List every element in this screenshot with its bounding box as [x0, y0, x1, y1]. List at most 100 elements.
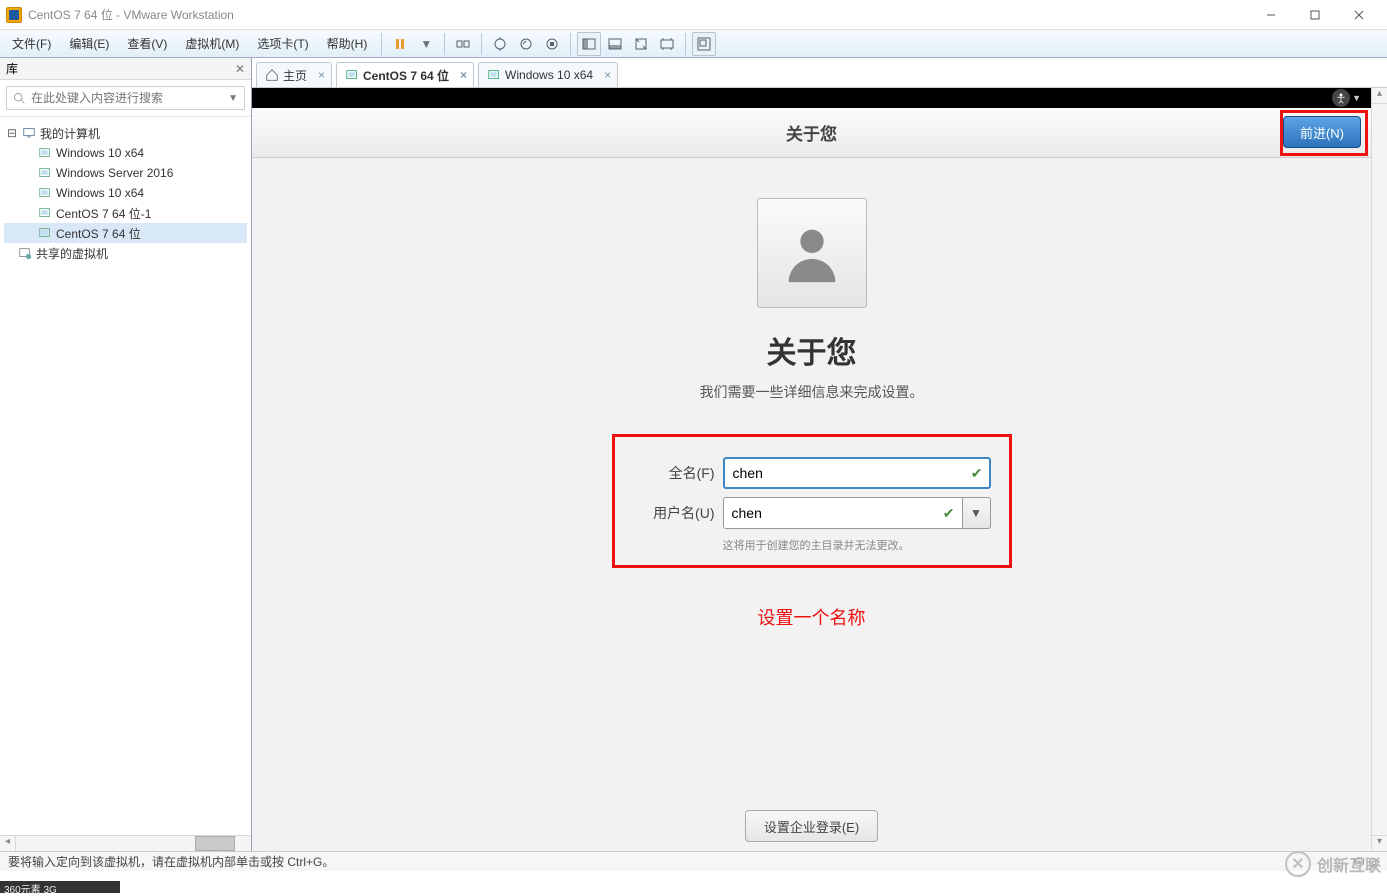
vm-icon [38, 206, 52, 220]
unity-mode-button[interactable] [692, 32, 716, 56]
window-maximize-button[interactable] [1293, 1, 1337, 29]
tab-centos[interactable]: CentOS 7 64 位× [336, 62, 474, 87]
status-bar: 要将输入定向到该虚拟机，请在虚拟机内部单击或按 Ctrl+G。 ⛁ ◎ [0, 851, 1387, 871]
tree-vm-item[interactable]: Windows 10 x64 [4, 143, 247, 163]
username-hint: 这将用于创建您的主目录并无法更改。 [723, 537, 991, 553]
menu-tabs[interactable]: 选项卡(T) [249, 31, 316, 56]
library-close-button[interactable]: ✕ [235, 62, 245, 76]
vm-icon [345, 68, 359, 82]
vm-view: ▼ 关于您 前进(N) 关于您 我们需要一些详细信息来完成设置。 全名(F) [252, 88, 1387, 851]
menu-view[interactable]: 查看(V) [119, 31, 175, 56]
search-row: ▼ [0, 80, 251, 117]
separator [481, 33, 482, 55]
enterprise-login-button[interactable]: 设置企业登录(E) [745, 810, 878, 842]
fullscreen-button[interactable] [655, 32, 679, 56]
menu-dropdown-icon[interactable]: ▼ [1352, 93, 1361, 103]
person-icon [777, 218, 847, 288]
tree-item-label: Windows Server 2016 [56, 166, 173, 180]
library-title: 库 [6, 60, 18, 77]
check-icon: ✔ [943, 505, 955, 522]
vm-icon [38, 186, 52, 200]
search-icon [13, 92, 25, 104]
poweroff-dropdown[interactable]: ▼ [414, 32, 438, 56]
suspend-button[interactable] [388, 32, 412, 56]
search-input[interactable] [31, 91, 222, 105]
tree-item-label: Windows 10 x64 [56, 186, 144, 200]
guest-display[interactable]: ▼ 关于您 前进(N) 关于您 我们需要一些详细信息来完成设置。 全名(F) [252, 88, 1371, 851]
forward-button[interactable]: 前进(N) [1283, 116, 1361, 148]
fullname-input[interactable] [723, 457, 991, 489]
separator [570, 33, 571, 55]
separator [381, 33, 382, 55]
tree-shared-label: 共享的虚拟机 [36, 245, 108, 262]
tree-vm-item[interactable]: CentOS 7 64 位-1 [4, 203, 247, 223]
search-box[interactable]: ▼ [6, 86, 245, 110]
tree-item-label: Windows 10 x64 [56, 146, 144, 160]
tab-label: 主页 [283, 67, 307, 84]
tab-close-button[interactable]: × [318, 68, 325, 82]
tree-item-label: CentOS 7 64 位-1 [56, 205, 151, 222]
check-icon: ✔ [971, 465, 983, 482]
watermark-text: 创新互联 [1317, 852, 1381, 876]
shared-icon [18, 246, 32, 260]
menu-file[interactable]: 文件(F) [4, 31, 59, 56]
setup-subtitle: 我们需要一些详细信息来完成设置。 [700, 382, 924, 402]
menu-vm[interactable]: 虚拟机(M) [177, 31, 247, 56]
setup-header: 关于您 前进(N) [252, 108, 1371, 158]
tree-vm-item[interactable]: Windows Server 2016 [4, 163, 247, 183]
show-console-button[interactable] [577, 32, 601, 56]
snapshot-manager-button[interactable] [540, 32, 564, 56]
tree-vm-item-selected[interactable]: CentOS 7 64 位 [4, 223, 247, 243]
collapse-icon[interactable]: ⊟ [6, 126, 18, 140]
tab-close-button[interactable]: × [460, 68, 467, 82]
status-text: 要将输入定向到该虚拟机，请在虚拟机内部单击或按 Ctrl+G。 [8, 853, 334, 870]
window-titlebar: CentOS 7 64 位 - VMware Workstation [0, 0, 1387, 30]
setup-body: 关于您 我们需要一些详细信息来完成设置。 全名(F) ✔ 用户名(U) [252, 158, 1371, 842]
vm-icon [38, 226, 52, 240]
username-label: 用户名(U) [629, 503, 715, 523]
menu-help[interactable]: 帮助(H) [319, 31, 376, 56]
accessibility-icon[interactable] [1332, 89, 1350, 107]
gnome-topbar: ▼ [252, 88, 1371, 108]
menu-edit[interactable]: 编辑(E) [61, 31, 117, 56]
tab-label: Windows 10 x64 [505, 68, 593, 82]
tree-vm-item[interactable]: Windows 10 x64 [4, 183, 247, 203]
tab-home[interactable]: 主页 × [256, 62, 332, 87]
watermark: ✕ 创新互联 [1285, 851, 1381, 877]
window-close-button[interactable] [1337, 1, 1381, 29]
tree-shared-vms[interactable]: 共享的虚拟机 [4, 243, 247, 263]
username-dropdown-button[interactable]: ▼ [963, 497, 991, 529]
vm-icon [38, 146, 52, 160]
stretch-guest-button[interactable] [629, 32, 653, 56]
fullname-label: 全名(F) [629, 463, 715, 483]
setup-title: 关于您 [767, 328, 857, 372]
search-dropdown[interactable]: ▼ [228, 93, 238, 104]
content-area: 主页 × CentOS 7 64 位× Windows 10 x64 × ▼ 关于您… [252, 58, 1387, 851]
tab-win10[interactable]: Windows 10 x64 × [478, 62, 618, 87]
show-thumbnail-button[interactable] [603, 32, 627, 56]
tree-item-label: CentOS 7 64 位 [56, 225, 141, 242]
home-icon [265, 68, 279, 82]
library-tree: ⊟ 我的计算机 Windows 10 x64 Windows Server 20… [0, 117, 251, 835]
annotation-text: 设置一个名称 [758, 604, 866, 630]
vm-icon [38, 166, 52, 180]
sidebar-hscrollbar[interactable]: ◂ [0, 835, 251, 851]
bottom-strip: 360元素 3G [0, 881, 120, 893]
avatar-placeholder[interactable] [757, 198, 867, 308]
menu-bar: 文件(F) 编辑(E) 查看(V) 虚拟机(M) 选项卡(T) 帮助(H) ▼ [0, 30, 1387, 58]
tree-my-computer[interactable]: ⊟ 我的计算机 [4, 123, 247, 143]
tree-my-computer-label: 我的计算机 [40, 125, 100, 142]
username-input[interactable] [723, 497, 963, 529]
send-ctrl-alt-del-button[interactable] [451, 32, 475, 56]
snapshot-take-button[interactable] [488, 32, 512, 56]
window-minimize-button[interactable] [1249, 1, 1293, 29]
separator [685, 33, 686, 55]
annotation-highlight-form: 全名(F) ✔ 用户名(U) ✔ ▼ [612, 434, 1012, 568]
vmware-app-icon [6, 7, 22, 23]
main-area: 库 ✕ ▼ ⊟ 我的计算机 Windows 10 x64 Windows Ser… [0, 58, 1387, 851]
window-title: CentOS 7 64 位 - VMware Workstation [28, 6, 1249, 23]
username-row: 用户名(U) ✔ ▼ [629, 497, 991, 529]
tab-close-button[interactable]: × [604, 68, 611, 82]
vm-vertical-scrollbar[interactable]: ▴▾ [1371, 88, 1387, 851]
snapshot-revert-button[interactable] [514, 32, 538, 56]
